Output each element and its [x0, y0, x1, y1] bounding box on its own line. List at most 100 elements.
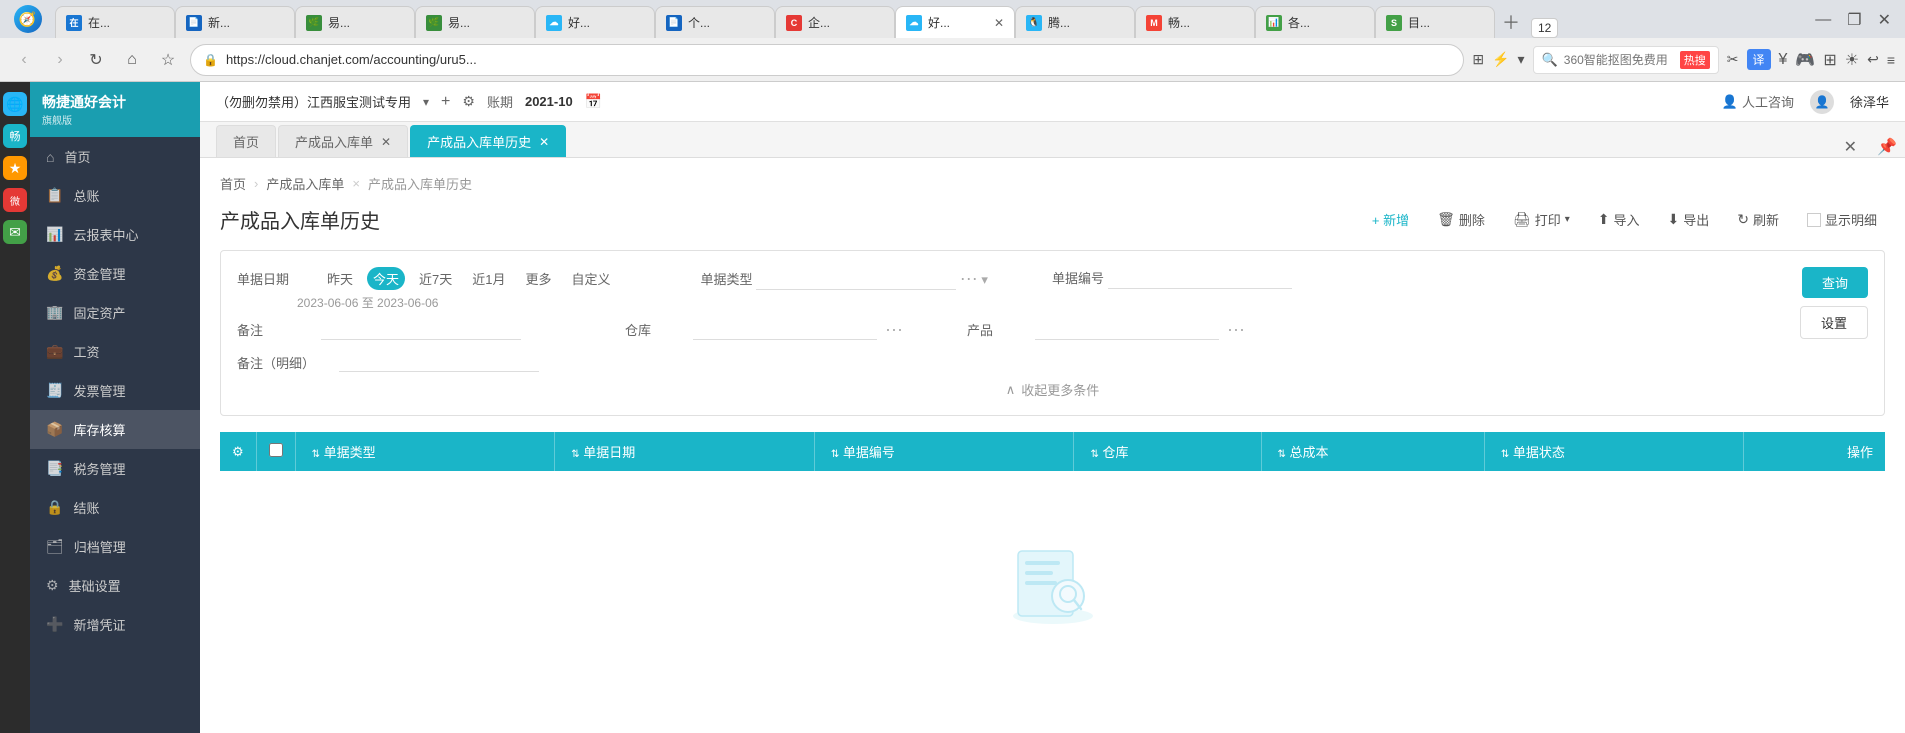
product-filter-input[interactable] — [1035, 320, 1219, 340]
refresh-button[interactable]: ↻ — [82, 46, 110, 74]
select-all-checkbox[interactable] — [269, 443, 283, 457]
sidebar-item-archive[interactable]: 🗂 归档管理 — [30, 527, 200, 566]
sidebar-item-fixed[interactable]: 🏢 固定资产 — [30, 293, 200, 332]
panel-pin-button[interactable]: 📌 — [1869, 137, 1905, 157]
type-dropdown-icon[interactable]: ▾ — [981, 272, 988, 287]
delete-button[interactable]: 🗑 删除 — [1429, 206, 1493, 233]
app-icon-star[interactable]: ★ — [3, 156, 27, 180]
tab-homepage[interactable]: 首页 — [216, 125, 276, 157]
sidebar-item-settlement[interactable]: 🔒 结账 — [30, 488, 200, 527]
help-button[interactable]: 👤 人工咨询 — [1722, 92, 1794, 111]
user-name[interactable]: 徐泽华 — [1850, 92, 1889, 111]
tab-inbound-history[interactable]: 产成品入库单历史 ✕ — [410, 125, 566, 157]
date-sort-icon[interactable]: ⇅ — [571, 449, 579, 460]
user-avatar[interactable]: 👤 — [1810, 90, 1834, 114]
sidebar-item-home[interactable]: ⌂ 首页 — [30, 137, 200, 176]
date-option-yesterday[interactable]: 昨天 — [321, 267, 359, 290]
number-sort-icon[interactable]: ⇅ — [831, 449, 839, 460]
date-column-header[interactable]: ⇅ 单据日期 — [555, 432, 815, 471]
tab-yitong1[interactable]: 🌿 易... — [295, 6, 415, 38]
sidebar-item-invoice[interactable]: 🧾 发票管理 — [30, 371, 200, 410]
settings-button[interactable]: 设置 — [1800, 306, 1868, 339]
lightning-icon[interactable]: ⚡ — [1492, 51, 1509, 68]
detail-note-filter-input[interactable] — [339, 352, 539, 372]
sidebar-item-finance[interactable]: 💰 资金管理 — [30, 254, 200, 293]
maximize-button[interactable]: ❐ — [1843, 6, 1865, 34]
bookmark-button[interactable]: ☆ — [154, 46, 182, 74]
warehouse-filter-input[interactable] — [693, 320, 877, 340]
tab-tencent[interactable]: 🐧 腾... — [1015, 6, 1135, 38]
tab-close-icon[interactable]: ✕ — [994, 16, 1004, 30]
account-dropdown[interactable]: ▾ — [423, 95, 429, 109]
note-filter-input[interactable] — [321, 320, 521, 340]
tab-xinzeng[interactable]: 📄 新... — [175, 6, 295, 38]
warehouse-dots[interactable]: ··· — [885, 319, 903, 340]
tab-yitong2[interactable]: 🌿 易... — [415, 6, 535, 38]
tab-chang[interactable]: M 畅... — [1135, 6, 1255, 38]
date-option-7days[interactable]: 近7天 — [413, 267, 458, 290]
type-column-header[interactable]: ⇅ 单据类型 — [295, 432, 555, 471]
tab-inbound[interactable]: 产成品入库单 ✕ — [278, 125, 408, 157]
add-account-button[interactable]: + — [441, 93, 450, 111]
app-icon-mail[interactable]: ✉ — [3, 220, 27, 244]
type-sort-icon[interactable]: ⇅ — [312, 449, 320, 460]
import-button[interactable]: ⬆ 导入 — [1590, 206, 1648, 233]
app-icon-browser[interactable]: 🌐 — [3, 92, 27, 116]
warehouse-column-header[interactable]: ⇅ 仓库 — [1074, 432, 1261, 471]
date-option-more[interactable]: 更多 — [520, 267, 558, 290]
sidebar-item-tax[interactable]: 📑 税务管理 — [30, 449, 200, 488]
type-filter-input[interactable] — [756, 270, 956, 290]
panel-close-button[interactable]: ✕ — [1832, 137, 1869, 157]
sidebar-item-reports[interactable]: 📊 云报表中心 — [30, 215, 200, 254]
status-column-header[interactable]: ⇅ 单据状态 — [1484, 432, 1744, 471]
tab-ge[interactable]: 📊 各... — [1255, 6, 1375, 38]
tab-geren[interactable]: 📄 个... — [655, 6, 775, 38]
translate-icon[interactable]: 译 — [1747, 49, 1771, 70]
date-option-1month[interactable]: 近1月 — [466, 267, 511, 290]
sidebar-item-general[interactable]: 📋 总账 — [30, 176, 200, 215]
currency-icon[interactable]: ¥ — [1779, 51, 1788, 69]
app-icon-weibo[interactable]: 微 — [3, 188, 27, 212]
number-filter-input[interactable] — [1108, 269, 1292, 289]
collapse-button[interactable]: ∧ 收起更多条件 — [237, 380, 1868, 399]
print-button[interactable]: 🖨 打印 ▾ — [1505, 206, 1578, 233]
tab-zaidu[interactable]: 在 在... — [55, 6, 175, 38]
tab-hao2-active[interactable]: ☁ 好... ✕ — [895, 6, 1015, 38]
export-button[interactable]: ⬇ 导出 — [1659, 206, 1717, 233]
settings-icon[interactable]: ⚙ — [462, 93, 475, 110]
sidebar-item-new-voucher[interactable]: ➕ 新增凭证 — [30, 605, 200, 644]
search-bar[interactable]: 🔍 热搜 — [1533, 46, 1719, 74]
cut-icon[interactable]: ✂ — [1727, 51, 1739, 68]
add-button[interactable]: + 新增 — [1364, 206, 1417, 233]
refresh-button[interactable]: ↻ 刷新 — [1729, 206, 1787, 233]
query-button[interactable]: 查询 — [1802, 267, 1868, 298]
close-button[interactable]: ✕ — [1874, 6, 1895, 34]
cost-sort-icon[interactable]: ⇅ — [1278, 449, 1286, 460]
breadcrumb-inbound[interactable]: 产成品入库单 — [266, 174, 344, 193]
search-input[interactable] — [1564, 53, 1674, 67]
tab-qiye[interactable]: C 企... — [775, 6, 895, 38]
sidebar-item-basic[interactable]: ⚙ 基础设置 — [30, 566, 200, 605]
game-icon[interactable]: 🎮 — [1795, 50, 1815, 70]
cost-column-header[interactable]: ⇅ 总成本 — [1261, 432, 1484, 471]
tab-mu[interactable]: S 目... — [1375, 6, 1495, 38]
checkbox-column-header[interactable] — [256, 432, 295, 471]
date-option-today[interactable]: 今天 — [367, 267, 405, 290]
sidebar-item-payroll[interactable]: 💼 工资 — [30, 332, 200, 371]
undo-icon[interactable]: ↩ — [1867, 51, 1879, 68]
number-column-header[interactable]: ⇅ 单据编号 — [814, 432, 1074, 471]
print-dropdown-icon[interactable]: ▾ — [1565, 214, 1570, 225]
app-icon-changjie[interactable]: 畅 — [3, 124, 27, 148]
breadcrumb-home[interactable]: 首页 — [220, 174, 246, 193]
forward-button[interactable]: › — [46, 46, 74, 74]
tab-inbound-history-close[interactable]: ✕ — [539, 135, 549, 149]
more-icon[interactable]: ≡ — [1887, 52, 1895, 68]
url-bar[interactable]: 🔒 https://cloud.chanjet.com/accounting/u… — [190, 44, 1464, 76]
calendar-icon[interactable]: 📅 — [585, 93, 602, 110]
type-filter-dots[interactable]: ··· — [960, 268, 978, 288]
brightness-icon[interactable]: ☀ — [1845, 50, 1859, 70]
grid-icon[interactable]: ⊞ — [1823, 50, 1836, 70]
back-button[interactable]: ‹ — [10, 46, 38, 74]
product-dots[interactable]: ··· — [1227, 319, 1245, 340]
settings-header-icon[interactable]: ⚙ — [232, 444, 244, 459]
